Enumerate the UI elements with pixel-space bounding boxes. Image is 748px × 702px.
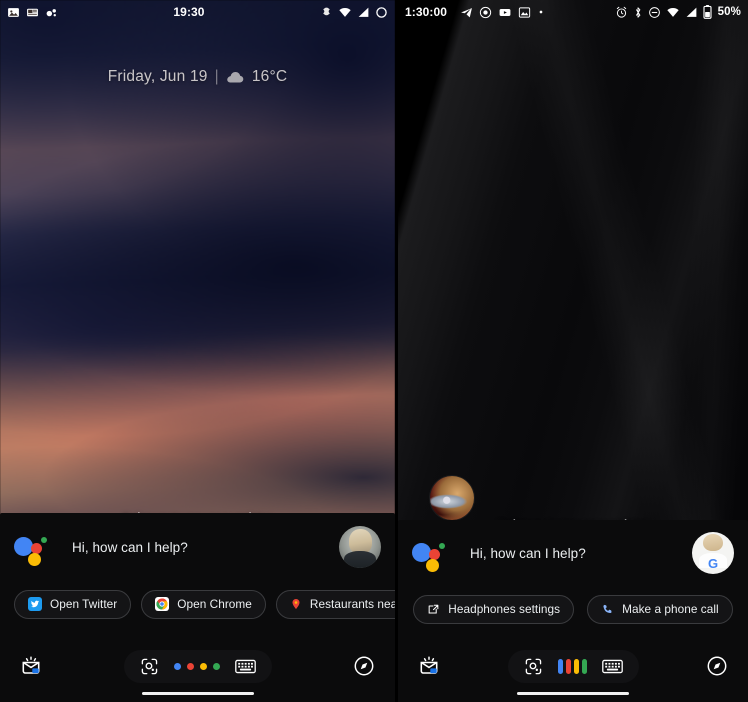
bluetooth-icon bbox=[633, 6, 643, 19]
google-g-badge: G bbox=[707, 556, 719, 571]
twitter-icon bbox=[28, 597, 42, 611]
chip-label: Open Twitter bbox=[50, 597, 118, 611]
battery-icon bbox=[703, 5, 712, 19]
wifi-icon bbox=[666, 6, 680, 19]
explore-compass-icon[interactable] bbox=[353, 655, 375, 677]
right-assistant-greeting: Hi, how can I help? bbox=[470, 545, 586, 561]
chrome-icon bbox=[155, 597, 170, 611]
right-status-bar: 1:30:00 50% bbox=[398, 0, 748, 24]
mic-dot-green bbox=[212, 662, 220, 670]
right-avatar[interactable]: G bbox=[692, 532, 734, 574]
google-lens-icon[interactable] bbox=[140, 657, 159, 676]
right-assistant-input-pill bbox=[507, 649, 639, 683]
chip-open-chrome[interactable]: Open Chrome bbox=[141, 589, 266, 619]
news-card-icon bbox=[26, 6, 39, 19]
left-phone-screenshot: 19:30 Friday, Jun 19 | 16°C Hi, how can … bbox=[0, 0, 395, 702]
lockscreen-temperature: 16°C bbox=[251, 68, 288, 85]
mic-bar-red bbox=[565, 658, 571, 674]
left-status-bar: 19:30 bbox=[0, 0, 395, 24]
vpn-key-icon bbox=[320, 6, 333, 19]
assistant-snapshot-icon[interactable] bbox=[20, 655, 42, 677]
date-weather-widget[interactable]: Friday, Jun 19 | 16°C bbox=[0, 68, 395, 86]
album-art-thumbnail bbox=[430, 476, 474, 520]
assistant-notification-icon bbox=[45, 6, 58, 19]
cellular-signal-icon bbox=[685, 6, 698, 19]
right-status-system-icons: 50% bbox=[615, 5, 741, 19]
date-weather-separator: | bbox=[214, 68, 219, 85]
right-suggestion-chips: Headphones settings Make a phone call bbox=[398, 586, 748, 632]
left-assistant-greeting: Hi, how can I help? bbox=[72, 539, 188, 555]
cellular-signal-icon bbox=[357, 6, 370, 19]
assistant-snapshot-icon[interactable] bbox=[418, 655, 440, 677]
mic-dot-blue bbox=[173, 662, 181, 670]
wifi-icon bbox=[338, 6, 352, 19]
phone-icon bbox=[601, 603, 614, 616]
mic-bar-green bbox=[581, 658, 587, 674]
location-pin-icon bbox=[290, 597, 302, 611]
do-not-disturb-icon bbox=[648, 6, 661, 19]
photos-icon bbox=[518, 6, 531, 19]
right-status-notification-icons: 1:30:00 bbox=[405, 5, 545, 19]
more-dot-icon bbox=[537, 8, 545, 16]
right-home-indicator[interactable] bbox=[517, 692, 629, 695]
battery-percent: 50% bbox=[717, 6, 741, 18]
assistant-listening-bars[interactable] bbox=[557, 658, 587, 674]
assistant-dot-green bbox=[439, 543, 445, 549]
mic-dot-yellow bbox=[199, 662, 207, 670]
lockscreen-date: Friday, Jun 19 bbox=[107, 68, 208, 85]
left-status-notification-icons bbox=[7, 6, 58, 19]
chip-label: Make a phone call bbox=[622, 602, 719, 616]
right-assistant-greeting-row: Hi, how can I help? G bbox=[398, 520, 748, 586]
assistant-dot-yellow bbox=[28, 553, 41, 566]
telegram-icon bbox=[460, 6, 473, 19]
left-status-clock-wrap: 19:30 bbox=[58, 5, 320, 19]
keyboard-icon[interactable] bbox=[601, 658, 623, 675]
left-assistant-greeting-row: Hi, how can I help? bbox=[0, 513, 395, 581]
chip-label: Headphones settings bbox=[448, 602, 561, 616]
left-assistant-input-pill bbox=[123, 649, 272, 683]
right-phone-screenshot: 1:30:00 50% Hi, how can I help? G Headph… bbox=[398, 0, 748, 702]
chip-open-twitter[interactable]: Open Twitter bbox=[14, 589, 132, 619]
left-avatar[interactable] bbox=[339, 526, 381, 568]
left-suggestion-chips: Open Twitter Open Chrome Restaurants nea… bbox=[0, 581, 395, 627]
right-status-clock: 1:30:00 bbox=[405, 5, 448, 19]
google-lens-icon[interactable] bbox=[524, 657, 543, 676]
left-home-indicator[interactable] bbox=[141, 692, 254, 695]
explore-compass-icon[interactable] bbox=[706, 655, 728, 677]
chip-make-a-phone-call[interactable]: Make a phone call bbox=[587, 594, 733, 624]
screenshot-root: 19:30 Friday, Jun 19 | 16°C Hi, how can … bbox=[0, 0, 748, 702]
chip-label: Restaurants near bbox=[309, 597, 395, 611]
cloud-icon bbox=[226, 70, 245, 84]
circle-indicator-icon bbox=[375, 6, 388, 19]
chip-label: Open Chrome bbox=[177, 597, 252, 611]
record-target-icon bbox=[479, 6, 492, 19]
mic-bar-blue bbox=[557, 658, 563, 674]
google-assistant-logo-icon bbox=[412, 537, 450, 572]
screenshot-icon bbox=[7, 6, 20, 19]
alarm-icon bbox=[615, 6, 628, 19]
left-status-system-icons bbox=[320, 6, 388, 19]
right-assistant-sheet: Hi, how can I help? G Headphones setting… bbox=[398, 520, 748, 702]
external-link-icon bbox=[427, 603, 440, 616]
left-assistant-sheet: Hi, how can I help? Open Twitter Open Ch… bbox=[0, 513, 395, 702]
assistant-dot-yellow bbox=[426, 559, 439, 572]
left-status-clock: 19:30 bbox=[173, 5, 205, 19]
chip-restaurants-near[interactable]: Restaurants near bbox=[275, 589, 395, 619]
mic-bar-yellow bbox=[573, 658, 579, 674]
assistant-mic-dots[interactable] bbox=[173, 662, 220, 670]
assistant-dot-green bbox=[41, 537, 47, 543]
youtube-icon bbox=[498, 6, 512, 19]
google-assistant-logo-icon bbox=[14, 531, 52, 566]
mic-dot-red bbox=[186, 662, 194, 670]
keyboard-icon[interactable] bbox=[234, 658, 256, 675]
chip-headphones-settings[interactable]: Headphones settings bbox=[413, 594, 575, 624]
